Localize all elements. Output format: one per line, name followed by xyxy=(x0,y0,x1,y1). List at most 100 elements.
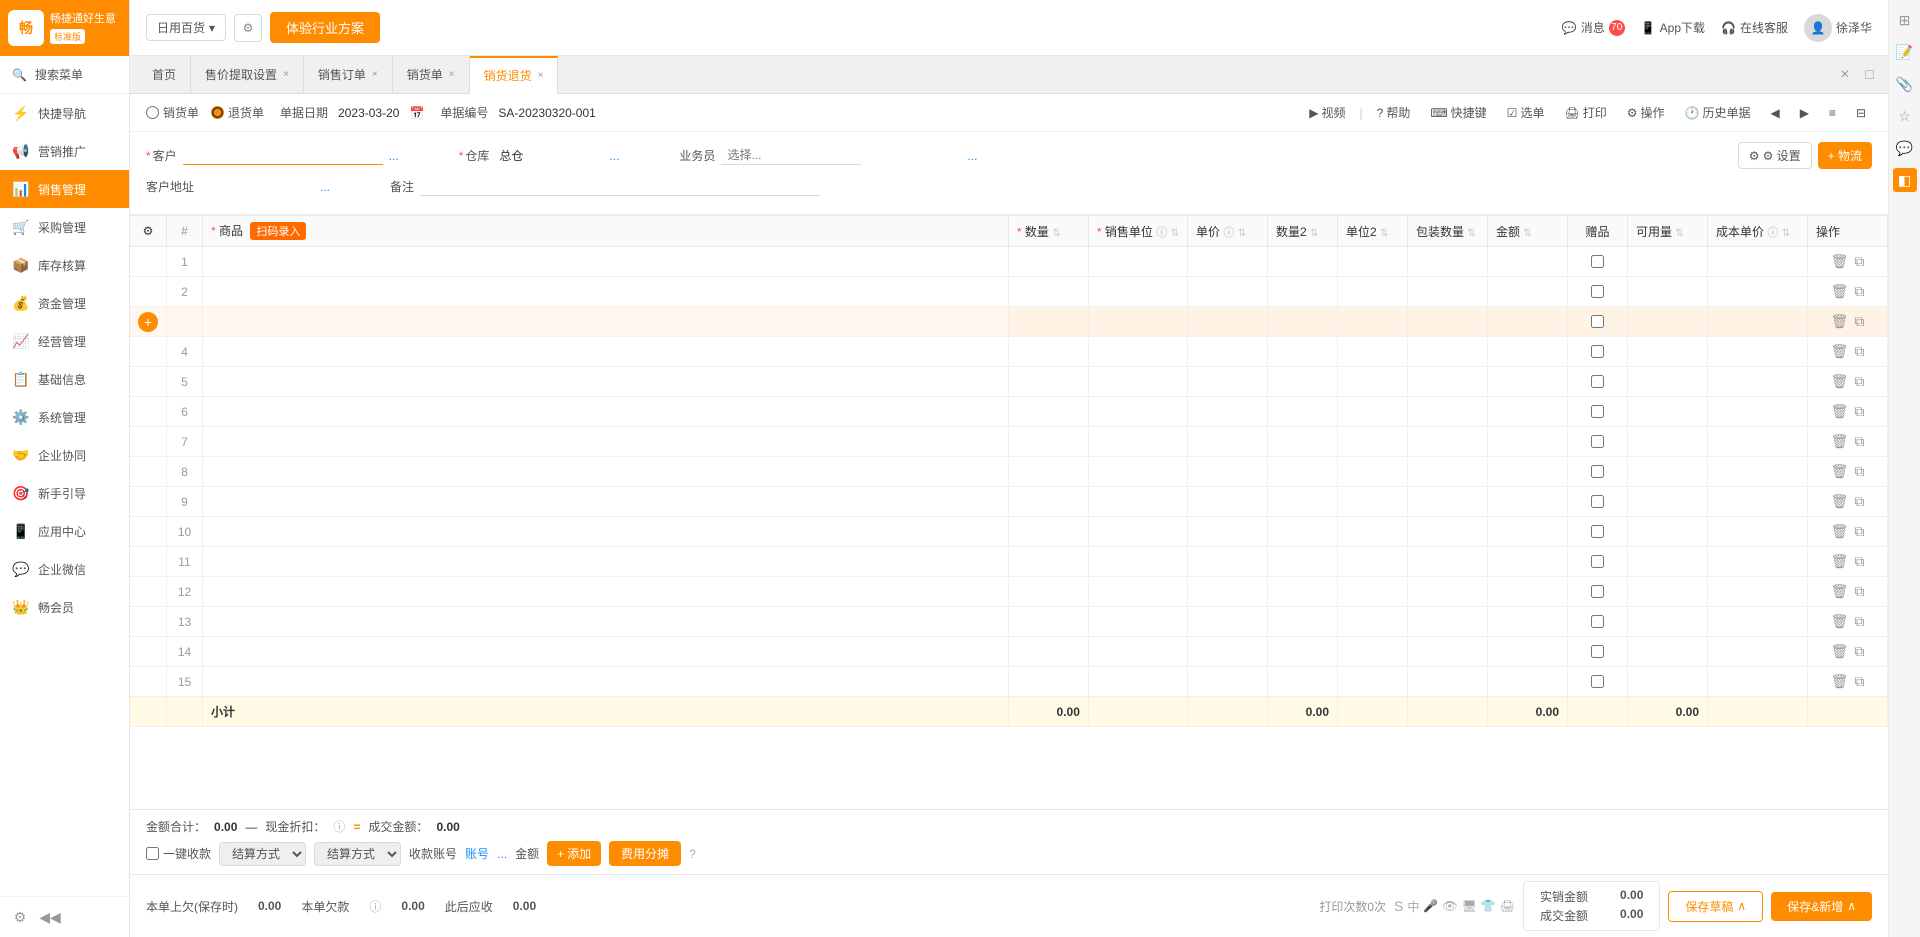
single-due-icon[interactable]: ⓘ xyxy=(369,898,381,915)
fee-help-icon[interactable]: ? xyxy=(689,847,696,861)
account-picker-btn[interactable]: 账号 xyxy=(465,845,489,862)
one-click-pay-check[interactable]: 一键收款 xyxy=(146,845,211,862)
row-amount-1[interactable] xyxy=(1488,247,1568,277)
row-unit-3[interactable] xyxy=(1088,307,1187,337)
price-sort-icon[interactable]: ⇅ xyxy=(1238,228,1246,239)
row-unit2-2[interactable] xyxy=(1338,277,1408,307)
del-4[interactable]: 🗑 xyxy=(1831,343,1849,360)
copy-8[interactable]: ⧉ xyxy=(1854,463,1864,480)
close-all-tabs-btn[interactable]: × xyxy=(1834,66,1855,84)
sidebar-item-wechat[interactable]: 💬 企业微信 xyxy=(0,550,129,588)
next-btn[interactable]: ▶ xyxy=(1794,104,1815,122)
addr-picker-btn[interactable]: ... xyxy=(320,180,330,194)
copy-9[interactable]: ⧉ xyxy=(1854,493,1864,510)
right-icon-chat[interactable]: 💬 xyxy=(1893,136,1917,160)
sidebar-item-enterprise[interactable]: 🤝 企业协同 xyxy=(0,436,129,474)
discount-info-icon[interactable]: ⓘ xyxy=(333,818,345,835)
calc-method-select[interactable]: 结算方式 xyxy=(314,842,401,866)
select-order-btn[interactable]: ☑ 选单 xyxy=(1501,102,1551,123)
sidebar-item-shortcut[interactable]: ⚡ 快捷导航 xyxy=(0,94,129,132)
tab-sales-order-close[interactable]: × xyxy=(372,69,378,80)
save-draft-button[interactable]: 保存草稿 ∧ xyxy=(1668,891,1763,922)
sidebar-item-marketing[interactable]: 📢 营销推广 xyxy=(0,132,129,170)
collapse-icon[interactable]: ◀◀ xyxy=(38,905,62,929)
account-dots-btn[interactable]: ... xyxy=(497,847,507,861)
print-btn-header[interactable]: 🖨 打印 xyxy=(1558,102,1612,123)
help-btn[interactable]: ? 帮助 xyxy=(1371,102,1417,123)
row-cost-3[interactable] xyxy=(1708,307,1808,337)
row-pack-3[interactable] xyxy=(1408,307,1488,337)
tab-sales-close[interactable]: × xyxy=(449,69,455,80)
sidebar-item-operation[interactable]: 📈 经营管理 xyxy=(0,322,129,360)
del-6[interactable]: 🗑 xyxy=(1831,403,1849,420)
row-qty-2[interactable] xyxy=(1008,277,1088,307)
row-pack-2[interactable] xyxy=(1408,277,1488,307)
warehouse-picker-btn[interactable]: ... xyxy=(609,149,619,163)
list-view-btn[interactable]: ≡ xyxy=(1823,104,1842,122)
calendar-icon[interactable]: 📅 xyxy=(409,106,424,120)
fee-split-btn[interactable]: 费用分摊 xyxy=(609,841,681,866)
sidebar-item-sales[interactable]: 📊 销售管理 xyxy=(0,170,129,208)
row-qty-3[interactable] xyxy=(1008,307,1088,337)
copy-15[interactable]: ⧉ xyxy=(1854,673,1864,690)
copy-11[interactable]: ⧉ xyxy=(1854,553,1864,570)
copy-4[interactable]: ⧉ xyxy=(1854,343,1864,360)
del-15[interactable]: 🗑 xyxy=(1831,673,1849,690)
sidebar-item-member[interactable]: 👑 畅会员 xyxy=(0,588,129,626)
online-service-btn[interactable]: 🎧 在线客服 xyxy=(1721,19,1788,36)
row-qty2-2[interactable] xyxy=(1268,277,1338,307)
save-new-button[interactable]: 保存&新增 ∧ xyxy=(1771,892,1872,921)
th-setting[interactable]: ⚙ xyxy=(130,216,167,247)
shortcut-btn[interactable]: ⌨ 快捷键 xyxy=(1424,102,1492,123)
row-price-1[interactable] xyxy=(1188,247,1268,277)
remark-input[interactable] xyxy=(420,177,820,196)
unit-info-icon[interactable]: ⓘ xyxy=(1156,227,1167,239)
copy-7[interactable]: ⧉ xyxy=(1854,433,1864,450)
del-5[interactable]: 🗑 xyxy=(1831,373,1849,390)
video-btn[interactable]: ▶ 视频 xyxy=(1303,102,1351,123)
delete-row-3-btn[interactable]: 🗑 xyxy=(1831,313,1849,330)
sidebar-item-inventory[interactable]: 📦 库存核算 xyxy=(0,246,129,284)
icon-display[interactable]: 🖥 xyxy=(1462,899,1477,913)
row-goods-3[interactable] xyxy=(203,307,1009,337)
row-cost-1[interactable] xyxy=(1708,247,1808,277)
customer-input[interactable] xyxy=(183,146,383,165)
icon-shirt[interactable]: 👕 xyxy=(1481,899,1496,913)
sidebar-item-apps[interactable]: 📱 应用中心 xyxy=(0,512,129,550)
add-row-btn[interactable]: + xyxy=(138,312,158,332)
copy-5[interactable]: ⧉ xyxy=(1854,373,1864,390)
topbar-gear-icon[interactable]: ⚙ xyxy=(234,14,262,42)
sidebar-item-purchase[interactable]: 🛒 采购管理 xyxy=(0,208,129,246)
user-menu-btn[interactable]: 👤 徐泽华 xyxy=(1804,14,1872,42)
settings-button[interactable]: ⚙ ⚙ 设置 xyxy=(1738,142,1812,169)
del-11[interactable]: 🗑 xyxy=(1831,553,1849,570)
right-icon-star[interactable]: ☆ xyxy=(1893,104,1917,128)
copy-row-2-btn[interactable]: ⧉ xyxy=(1854,283,1864,300)
right-icon-note[interactable]: 📝 xyxy=(1893,40,1917,64)
row-amount-3[interactable] xyxy=(1488,307,1568,337)
row-avail-1[interactable] xyxy=(1628,247,1708,277)
row-avail-2[interactable] xyxy=(1628,277,1708,307)
message-btn[interactable]: 💬 消息 70 xyxy=(1562,19,1625,36)
row-unit-2[interactable] xyxy=(1088,277,1187,307)
tab-sales-order[interactable]: 销售订单 × xyxy=(304,56,393,94)
sidebar-item-system[interactable]: ⚙️ 系统管理 xyxy=(0,398,129,436)
copy-6[interactable]: ⧉ xyxy=(1854,403,1864,420)
delete-row-1-btn[interactable]: 🗑 xyxy=(1831,253,1849,270)
delete-row-2-btn[interactable]: 🗑 xyxy=(1831,283,1849,300)
operate-btn[interactable]: ⚙ 操作 xyxy=(1621,102,1671,123)
radio-return[interactable]: 退货单 xyxy=(211,104,264,121)
salesman-picker-btn[interactable]: ... xyxy=(967,149,977,163)
icon-print[interactable]: 🖨 xyxy=(1500,899,1515,913)
settle-method-select[interactable]: 结算方式 xyxy=(219,842,306,866)
row-unit2-3[interactable] xyxy=(1338,307,1408,337)
right-icon-attach[interactable]: 📎 xyxy=(1893,72,1917,96)
del-7[interactable]: 🗑 xyxy=(1831,433,1849,450)
row-pack-1[interactable] xyxy=(1408,247,1488,277)
icon-eye[interactable]: 👁 xyxy=(1442,899,1457,913)
cost-info-icon[interactable]: ⓘ xyxy=(1767,227,1778,239)
industry-select[interactable]: 日用百货 ▾ xyxy=(146,14,226,41)
tab-sales-return[interactable]: 销货退货 × xyxy=(470,56,559,94)
tab-price-setting[interactable]: 售价提取设置 × xyxy=(191,56,304,94)
del-8[interactable]: 🗑 xyxy=(1831,463,1849,480)
